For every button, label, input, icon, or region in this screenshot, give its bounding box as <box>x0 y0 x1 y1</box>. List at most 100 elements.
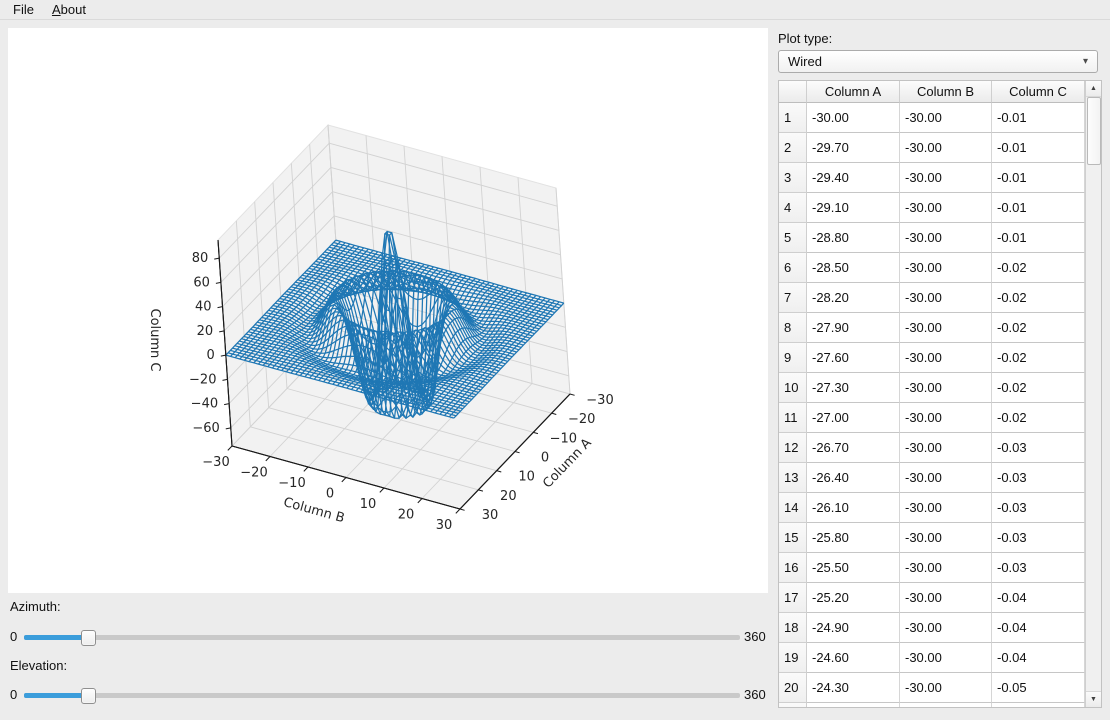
cell-column-c[interactable]: -0.05 <box>992 673 1085 703</box>
column-b-header[interactable]: Column B <box>900 81 992 103</box>
cell-column-c[interactable]: -0.01 <box>992 103 1085 133</box>
cell-column-a[interactable]: -25.50 <box>807 553 900 583</box>
cell-column-a[interactable]: -26.70 <box>807 433 900 463</box>
scroll-down-button[interactable]: ▼ <box>1086 691 1101 707</box>
cell-column-a[interactable]: -27.30 <box>807 373 900 403</box>
azimuth-slider[interactable]: 0 360 <box>0 627 770 647</box>
y-tick-label: 20 <box>500 489 517 504</box>
cell-column-b[interactable]: -30.00 <box>900 673 992 703</box>
scrollbar-thumb[interactable] <box>1087 97 1101 165</box>
cell-column-c[interactable]: -0.04 <box>992 643 1085 673</box>
row-header[interactable]: 5 <box>779 223 807 253</box>
cell-column-c[interactable]: -0.02 <box>992 403 1085 433</box>
plot-type-select[interactable]: Wired ▾ <box>778 50 1098 73</box>
row-header[interactable]: 1 <box>779 103 807 133</box>
row-header[interactable]: 17 <box>779 583 807 613</box>
azimuth-slider-handle[interactable] <box>81 630 96 646</box>
table-row: 2-29.70-30.00-0.01 <box>779 133 1101 163</box>
cell-column-b[interactable]: -30.00 <box>900 493 992 523</box>
cell-column-a[interactable]: -27.00 <box>807 403 900 433</box>
cell-column-c[interactable]: -0.02 <box>992 253 1085 283</box>
cell-column-b[interactable]: -30.00 <box>900 163 992 193</box>
elevation-slider-track[interactable] <box>24 693 740 698</box>
cell-column-b[interactable]: -30.00 <box>900 223 992 253</box>
cell-column-b[interactable]: -30.00 <box>900 373 992 403</box>
cell-column-a[interactable]: -30.00 <box>807 103 900 133</box>
cell-column-a[interactable]: -25.80 <box>807 523 900 553</box>
cell-column-c[interactable]: -0.03 <box>992 463 1085 493</box>
row-header[interactable]: 3 <box>779 163 807 193</box>
row-header[interactable]: 19 <box>779 643 807 673</box>
cell-column-b[interactable]: -30.00 <box>900 313 992 343</box>
cell-column-b[interactable]: -30.00 <box>900 133 992 163</box>
cell-column-a[interactable]: -29.70 <box>807 133 900 163</box>
menu-file[interactable]: File <box>4 0 43 19</box>
cell-column-a[interactable]: -24.90 <box>807 613 900 643</box>
cell-column-b[interactable]: -30.00 <box>900 253 992 283</box>
cell-column-b[interactable]: -30.00 <box>900 523 992 553</box>
row-header[interactable]: 14 <box>779 493 807 523</box>
cell-column-a[interactable]: -29.10 <box>807 193 900 223</box>
cell-column-a[interactable]: -24.30 <box>807 673 900 703</box>
cell-column-a[interactable]: -26.40 <box>807 463 900 493</box>
cell-column-a[interactable]: -27.60 <box>807 343 900 373</box>
cell-column-c[interactable]: -0.01 <box>992 223 1085 253</box>
row-header[interactable]: 16 <box>779 553 807 583</box>
row-header[interactable]: 8 <box>779 313 807 343</box>
cell-column-c[interactable]: -0.04 <box>992 613 1085 643</box>
cell-column-a[interactable]: -26.10 <box>807 493 900 523</box>
cell-column-b[interactable]: -30.00 <box>900 343 992 373</box>
row-header[interactable]: 13 <box>779 463 807 493</box>
cell-column-a[interactable]: -25.20 <box>807 583 900 613</box>
cell-column-b[interactable]: -30.00 <box>900 283 992 313</box>
column-a-header[interactable]: Column A <box>807 81 900 103</box>
cell-column-c[interactable]: -0.01 <box>992 163 1085 193</box>
row-header[interactable]: 18 <box>779 613 807 643</box>
table-corner-header[interactable] <box>779 81 807 103</box>
row-header[interactable]: 10 <box>779 373 807 403</box>
row-header[interactable]: 20 <box>779 673 807 703</box>
azimuth-slider-track[interactable] <box>24 635 740 640</box>
row-header[interactable]: 4 <box>779 193 807 223</box>
cell-column-c[interactable]: -0.03 <box>992 433 1085 463</box>
row-header[interactable]: 12 <box>779 433 807 463</box>
row-header[interactable]: 2 <box>779 133 807 163</box>
elevation-slider-handle[interactable] <box>81 688 96 704</box>
elevation-slider[interactable]: 0 360 <box>0 685 770 705</box>
tick-mark <box>219 331 224 332</box>
cell-column-a[interactable]: -27.90 <box>807 313 900 343</box>
cell-column-c[interactable]: -0.01 <box>992 133 1085 163</box>
cell-column-b[interactable]: -30.00 <box>900 613 992 643</box>
cell-column-c[interactable]: -0.02 <box>992 343 1085 373</box>
cell-column-b[interactable]: -30.00 <box>900 103 992 133</box>
cell-column-a[interactable]: -24.60 <box>807 643 900 673</box>
cell-column-c[interactable]: -0.01 <box>992 193 1085 223</box>
row-header[interactable]: 7 <box>779 283 807 313</box>
cell-column-b[interactable]: -30.00 <box>900 193 992 223</box>
cell-column-b[interactable]: -30.00 <box>900 403 992 433</box>
cell-column-a[interactable]: -28.50 <box>807 253 900 283</box>
row-header[interactable]: 15 <box>779 523 807 553</box>
cell-column-c[interactable]: -0.03 <box>992 523 1085 553</box>
row-header[interactable]: 9 <box>779 343 807 373</box>
cell-column-c[interactable]: -0.03 <box>992 553 1085 583</box>
cell-column-a[interactable]: -28.80 <box>807 223 900 253</box>
menu-about[interactable]: About <box>43 0 95 19</box>
cell-column-b[interactable]: -30.00 <box>900 553 992 583</box>
cell-column-c[interactable]: -0.04 <box>992 583 1085 613</box>
cell-column-c[interactable]: -0.02 <box>992 313 1085 343</box>
row-header[interactable]: 6 <box>779 253 807 283</box>
cell-column-c[interactable]: -0.02 <box>992 283 1085 313</box>
cell-column-c[interactable]: -0.02 <box>992 373 1085 403</box>
cell-column-b[interactable]: -30.00 <box>900 583 992 613</box>
scroll-up-button[interactable]: ▲ <box>1086 81 1101 97</box>
column-c-header[interactable]: Column C <box>992 81 1085 103</box>
cell-column-c[interactable]: -0.03 <box>992 493 1085 523</box>
cell-column-b[interactable]: -30.00 <box>900 433 992 463</box>
cell-column-b[interactable]: -30.00 <box>900 463 992 493</box>
row-header[interactable]: 11 <box>779 403 807 433</box>
table-scrollbar[interactable]: ▲ ▼ <box>1085 81 1101 707</box>
cell-column-a[interactable]: -28.20 <box>807 283 900 313</box>
cell-column-b[interactable]: -30.00 <box>900 643 992 673</box>
cell-column-a[interactable]: -29.40 <box>807 163 900 193</box>
